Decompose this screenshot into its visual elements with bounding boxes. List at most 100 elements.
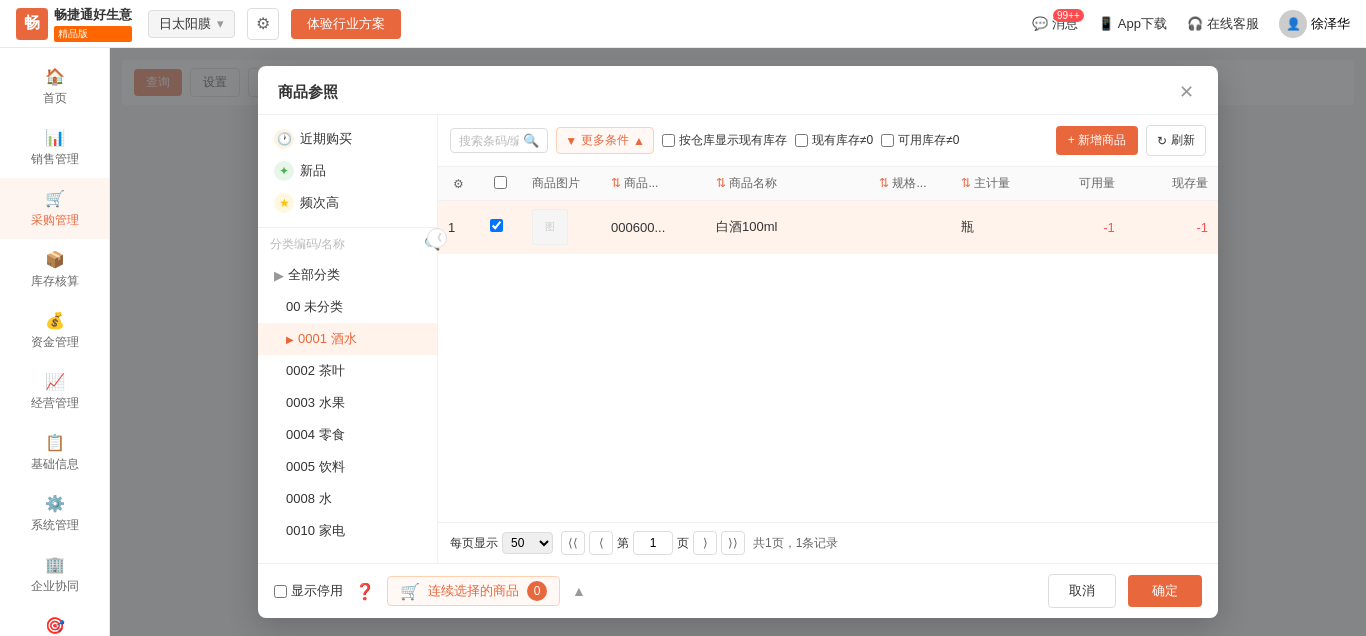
sidebar-item-guide[interactable]: 🎯 新手引导: [0, 605, 109, 636]
checkbox-show-stock[interactable]: 按仓库显示现有库存: [662, 132, 787, 149]
refresh-table-button[interactable]: ↻ 刷新: [1146, 125, 1206, 156]
th-product-spec[interactable]: ⇅ 规格...: [869, 167, 951, 201]
sidebar-item-sales[interactable]: 📊 销售管理: [0, 117, 109, 178]
page-total-label: 共1页，1条记录: [753, 535, 838, 552]
row-select-checkbox[interactable]: [490, 219, 503, 232]
user-area[interactable]: 👤 徐泽华: [1279, 10, 1350, 38]
product-search-box: 🔍: [450, 128, 548, 153]
sidebar-item-finance[interactable]: 💰 资金管理: [0, 300, 109, 361]
row-stock: -1: [1125, 201, 1218, 254]
sidebar-item-purchase[interactable]: 🛒 采购管理: [0, 178, 109, 239]
first-page-button[interactable]: ⟨⟨: [561, 531, 585, 555]
checkbox-nonzero-avail[interactable]: 可用库存≠0: [881, 132, 959, 149]
sidebar-item-system[interactable]: ⚙️ 系统管理: [0, 483, 109, 544]
store-selector[interactable]: 日太阳膜 ▾: [148, 10, 235, 38]
last-page-button[interactable]: ⟩⟩: [721, 531, 745, 555]
category-active-arrow: ▶: [286, 334, 294, 345]
page-size-select-input[interactable]: 10 20 50 100: [502, 532, 553, 554]
trial-button[interactable]: 体验行业方案: [291, 9, 401, 39]
frequent-icon: ★: [274, 193, 294, 213]
row-spec: [869, 201, 951, 254]
nav-right: 💬 消息 99++ 📱 App下载 🎧 在线客服 👤 徐泽华: [1032, 10, 1350, 38]
next-page-button[interactable]: ⟩: [693, 531, 717, 555]
guide-icon: 🎯: [45, 615, 65, 635]
sidebar: 🏠 首页 📊 销售管理 🛒 采购管理 📦 库存核算 💰 资金管理 📈 经营管理 …: [0, 48, 110, 636]
table-row[interactable]: 1 图 000600...: [438, 201, 1218, 254]
th-product-name[interactable]: ⇅ 商品名称: [706, 167, 869, 201]
th-product-code[interactable]: ⇅ 商品...: [601, 167, 706, 201]
modal-right-panel: 🔍 ▼ 更多条件 ▲ 按仓库显示现有库存: [438, 115, 1218, 563]
more-filter-button[interactable]: ▼ 更多条件 ▲: [556, 127, 654, 154]
checkbox-nonzero-stock-input[interactable]: [795, 134, 808, 147]
modal-title: 商品参照: [278, 83, 338, 102]
row-num: 1: [438, 201, 480, 254]
sort-icon-name: ⇅: [716, 176, 726, 190]
logo-area: 畅 畅捷通好生意 精品版: [16, 6, 132, 42]
quick-filter-new[interactable]: ✦ 新品: [270, 155, 425, 187]
show-disabled-input[interactable]: [274, 585, 287, 598]
logo-text: 畅捷通好生意 精品版: [54, 6, 132, 42]
modal-close-button[interactable]: ✕: [1174, 80, 1198, 104]
row-checkbox: [480, 201, 522, 254]
settings-icon[interactable]: ⚙: [247, 8, 279, 40]
collapse-cart-icon[interactable]: ▲: [572, 583, 586, 599]
confirm-button[interactable]: 确定: [1128, 575, 1202, 607]
checkbox-nonzero-stock[interactable]: 现有库存≠0: [795, 132, 873, 149]
select-all-checkbox[interactable]: [494, 176, 507, 189]
purchase-icon: 🛒: [45, 188, 65, 208]
product-search-icon[interactable]: 🔍: [523, 133, 539, 148]
category-item-0002[interactable]: 0002 茶叶: [258, 355, 437, 387]
headset-icon: 🎧: [1187, 16, 1203, 31]
add-product-button[interactable]: + 新增商品: [1056, 126, 1138, 155]
category-item-00[interactable]: 00 未分类: [258, 291, 437, 323]
current-page-input[interactable]: [633, 531, 673, 555]
category-item-0003[interactable]: 0003 水果: [258, 387, 437, 419]
category-item-0008[interactable]: 0008 水: [258, 483, 437, 515]
th-product-unit[interactable]: ⇅ 主计量: [951, 167, 1032, 201]
username-label: 徐泽华: [1311, 15, 1350, 33]
quick-filter-frequent[interactable]: ★ 频次高: [270, 187, 425, 219]
home-icon: 🏠: [45, 66, 65, 86]
th-product-stock: 现存量: [1125, 167, 1218, 201]
show-disabled-checkbox[interactable]: 显示停用: [274, 582, 343, 600]
cart-area[interactable]: 🛒 连续选择的商品 0: [387, 576, 560, 606]
checkbox-show-stock-input[interactable]: [662, 134, 675, 147]
message-badge: 99++: [1053, 9, 1084, 22]
category-list: ▶ 全部分类 00 未分类 ▶ 0001 酒水 0002 茶: [258, 259, 437, 555]
category-search-input[interactable]: [270, 237, 420, 251]
product-search-input[interactable]: [459, 134, 519, 148]
th-product-avail: 可用量: [1031, 167, 1124, 201]
message-nav-item[interactable]: 💬 消息 99++: [1032, 15, 1078, 33]
sidebar-item-inventory[interactable]: 📦 库存核算: [0, 239, 109, 300]
store-selector-arrow: ▾: [217, 16, 224, 31]
checkbox-nonzero-avail-input[interactable]: [881, 134, 894, 147]
quick-filter-recent[interactable]: 🕐 近期购买: [270, 123, 425, 155]
plus-icon: +: [1074, 10, 1080, 21]
collapse-left-panel-button[interactable]: 《: [427, 228, 447, 248]
user-avatar: 👤: [1279, 10, 1307, 38]
th-checkbox: [480, 167, 522, 201]
service-nav-item[interactable]: 🎧 在线客服: [1187, 15, 1259, 33]
operation-icon: 📈: [45, 371, 65, 391]
category-item-0010[interactable]: 0010 家电: [258, 515, 437, 547]
sidebar-item-operation[interactable]: 📈 经营管理: [0, 361, 109, 422]
new-icon: ✦: [274, 161, 294, 181]
category-item-0004[interactable]: 0004 零食: [258, 419, 437, 451]
basic-icon: 📋: [45, 432, 65, 452]
help-icon[interactable]: ❓: [355, 582, 375, 601]
sidebar-item-home[interactable]: 🏠 首页: [0, 56, 109, 117]
sort-icon-unit: ⇅: [961, 176, 971, 190]
sidebar-item-basic[interactable]: 📋 基础信息: [0, 422, 109, 483]
enterprise-icon: 🏢: [45, 554, 65, 574]
category-item-0001[interactable]: ▶ 0001 酒水: [258, 323, 437, 355]
cancel-button[interactable]: 取消: [1048, 574, 1116, 608]
category-item-0005[interactable]: 0005 饮料: [258, 451, 437, 483]
product-data-table: ⚙ 商品图片 ⇅: [438, 167, 1218, 254]
category-item-all[interactable]: ▶ 全部分类: [258, 259, 437, 291]
prev-page-button[interactable]: ⟨: [589, 531, 613, 555]
finance-icon: 💰: [45, 310, 65, 330]
row-name: 白酒100ml: [706, 201, 869, 254]
th-settings[interactable]: ⚙: [438, 167, 480, 201]
sidebar-item-enterprise[interactable]: 🏢 企业协同: [0, 544, 109, 605]
app-nav-item[interactable]: 📱 App下载: [1098, 15, 1167, 33]
